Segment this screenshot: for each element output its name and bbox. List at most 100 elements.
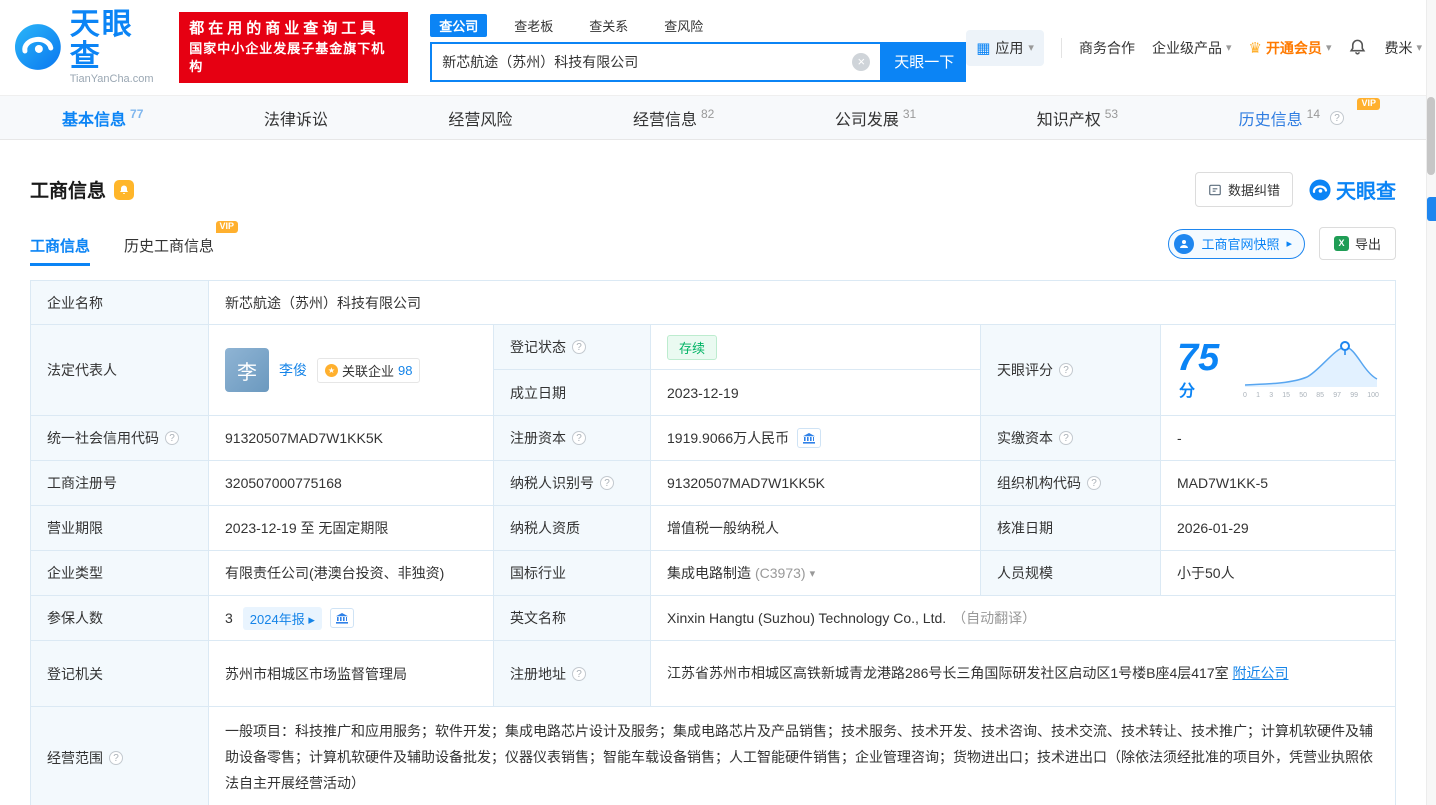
search-button[interactable]: 天眼一下 <box>882 41 967 82</box>
table-row: 营业期限 2023-12-19 至 无固定期限 纳税人资质 增值税一般纳税人 核… <box>31 506 1395 551</box>
score-chart: 0 1 3 15 50 85 97 99 100 <box>1243 341 1379 399</box>
nearby-companies-link[interactable]: 附近公司 <box>1233 665 1289 681</box>
subtab-business-info[interactable]: 工商信息 <box>30 235 91 266</box>
enterprise-label: 企业级产品 <box>1151 39 1222 56</box>
score-cell[interactable]: 75 分 0 1 3 15 50 85 97 99 100 <box>1161 325 1395 416</box>
tianyancha-logo[interactable]: 天眼查 TianYanCha.com <box>14 9 165 86</box>
clear-search-icon[interactable]: × <box>852 52 871 71</box>
english-name-value: Xinxin Hangtu (Suzhou) Technology Co., L… <box>667 610 947 626</box>
bank-icon[interactable] <box>329 608 354 628</box>
vertical-scrollbar[interactable] <box>1426 0 1436 805</box>
insured-value: 3 <box>225 610 233 626</box>
score-label-cell: 天眼评分 ? <box>981 325 1161 416</box>
tab-basic-info[interactable]: 基本信息 77 <box>62 96 143 139</box>
search-tab-risk[interactable]: 查风险 <box>655 14 712 37</box>
company-nav-tabs: 基本信息 77 法律诉讼 经营风险 经营信息 82 公司发展 31 知识产权 5… <box>0 95 1436 140</box>
scope-label-cell: 经营范围 ? <box>31 707 209 805</box>
promo-line1: 都在用的商业查询工具 <box>189 19 380 37</box>
address-value: 江苏省苏州市相城区高铁新城青龙港路286号长三角国际研发社区启动区1号楼B座4层… <box>667 664 1229 681</box>
open-vip-label: 开通会员 <box>1265 39 1322 56</box>
notification-bell-icon[interactable] <box>1348 38 1367 57</box>
scrollbar-thumb[interactable] <box>1427 97 1435 175</box>
annual-report-link[interactable]: 2024年报 ▸ <box>242 606 322 630</box>
avatar[interactable]: 李 <box>225 348 269 392</box>
help-icon[interactable]: ? <box>572 431 586 445</box>
status-label-cell: 登记状态 ? <box>494 325 651 370</box>
menu-enterprise[interactable]: 企业级产品 ▾ <box>1152 38 1232 58</box>
reg-capital-label-cell: 注册资本 ? <box>494 416 651 461</box>
taxpayer-id-label: 纳税人识别号 <box>510 475 594 491</box>
person-icon <box>1174 233 1195 254</box>
taxpayer-quality-value: 增值税一般纳税人 <box>651 506 981 551</box>
status-label: 登记状态 <box>510 339 566 355</box>
tianyancha-logo-icon <box>14 24 61 71</box>
subscribe-bell-icon[interactable] <box>114 179 135 200</box>
tab-operation-info[interactable]: 经营信息 82 <box>633 96 714 139</box>
subtab-row: 工商信息 VIP 历史工商信息 工商官网快照 ▸ X 导出 <box>30 221 1396 266</box>
chevron-down-icon: ▾ <box>1225 42 1232 54</box>
established-label-cell: 成立日期 <box>494 370 651 415</box>
logo-domain: TianYanCha.com <box>69 73 154 86</box>
brand-watermark: 天眼查 <box>1309 175 1396 204</box>
help-icon[interactable]: ? <box>1059 431 1073 445</box>
staff-size-label: 人员规模 <box>981 551 1161 596</box>
term-label: 营业期限 <box>31 506 209 551</box>
insured-label: 参保人数 <box>31 596 209 641</box>
crown-icon: ♛ <box>1248 39 1262 57</box>
business-info-table: 企业名称 新芯航途（苏州）科技有限公司 法定代表人 李 李俊 ★ 关联企业 98 <box>30 280 1396 805</box>
help-icon[interactable]: ? <box>1087 476 1101 490</box>
help-icon[interactable]: ? <box>1330 110 1344 125</box>
tab-label: 经营风险 <box>448 111 513 129</box>
help-icon[interactable]: ? <box>572 666 586 681</box>
help-icon[interactable]: ? <box>600 476 614 490</box>
divider <box>1060 37 1062 58</box>
established-value-cell: 2023-12-19 <box>651 370 981 415</box>
tab-intellectual-property[interactable]: 知识产权 53 <box>1037 96 1118 139</box>
legal-rep-name-link[interactable]: 李俊 <box>279 360 307 380</box>
official-snapshot-button[interactable]: 工商官网快照 ▸ <box>1168 228 1305 259</box>
bank-icon[interactable] <box>797 428 822 448</box>
help-icon[interactable]: ? <box>109 750 123 765</box>
subtab-history-business-info[interactable]: VIP 历史工商信息 <box>124 221 239 266</box>
score-unit: 分 <box>1179 383 1196 400</box>
related-companies-tag[interactable]: ★ 关联企业 98 <box>317 357 421 383</box>
search-tab-company[interactable]: 查公司 <box>430 13 488 37</box>
promo-line2: 国家中小企业发展子基金旗下机构 <box>189 40 386 75</box>
cooperation-label: 商务合作 <box>1078 39 1135 56</box>
data-correction-button[interactable]: 数据纠错 <box>1194 172 1293 207</box>
related-label: 关联企业 <box>342 363 395 379</box>
menu-open-vip[interactable]: ♛ 开通会员 ▾ <box>1248 38 1331 58</box>
menu-cooperation[interactable]: 商务合作 <box>1079 38 1135 58</box>
tab-company-development[interactable]: 公司发展 31 <box>835 96 916 139</box>
header-menu: ▦ 应用 ▾ 商务合作 企业级产品 ▾ ♛ 开通会员 ▾ 费米 ▾ <box>966 29 1422 66</box>
search-tab-boss[interactable]: 查老板 <box>505 14 562 37</box>
app-menu-button[interactable]: ▦ 应用 ▾ <box>966 29 1044 66</box>
address-label-cell: 注册地址 ? <box>494 641 651 707</box>
help-icon[interactable]: ? <box>572 340 586 354</box>
tab-operation-risk[interactable]: 经营风险 <box>448 96 512 139</box>
table-row: 企业名称 新芯航途（苏州）科技有限公司 <box>31 281 1395 325</box>
english-name-label: 英文名称 <box>494 596 651 641</box>
export-button[interactable]: X 导出 <box>1318 227 1396 260</box>
help-icon[interactable]: ? <box>1059 363 1073 377</box>
table-row: 企业类型 有限责任公司(港澳台投资、非独资) 国标行业 集成电路制造 (C397… <box>31 551 1395 596</box>
credit-code-value: 91320507MAD7W1KK5K <box>209 416 494 461</box>
company-name-value: 新芯航途（苏州）科技有限公司 <box>209 281 1395 325</box>
search-input[interactable] <box>432 43 853 80</box>
section-header: 工商信息 数据纠错 天眼查 <box>30 172 1396 207</box>
chevron-down-icon[interactable]: ▾ <box>810 567 816 580</box>
user-menu[interactable]: 费米 ▾ <box>1384 38 1422 58</box>
floating-widget-handle[interactable] <box>1427 197 1436 221</box>
score-label: 天眼评分 <box>997 362 1053 378</box>
table-row: 统一社会信用代码 ? 91320507MAD7W1KK5K 注册资本 ? 191… <box>31 416 1395 461</box>
org-code-value: MAD7W1KK-5 <box>1161 461 1395 506</box>
search-tab-relation[interactable]: 查关系 <box>580 14 637 37</box>
credit-code-label: 统一社会信用代码 <box>47 430 159 446</box>
help-icon[interactable]: ? <box>165 431 179 445</box>
search-tabs: 查公司 查老板 查关系 查风险 <box>430 13 966 37</box>
tab-history-info[interactable]: VIP 历史信息 14 ? <box>1239 96 1380 139</box>
established-label: 成立日期 <box>510 384 566 401</box>
industry-label: 国标行业 <box>494 551 651 596</box>
tab-legal[interactable]: 法律诉讼 <box>264 96 328 139</box>
authority-value: 苏州市相城区市场监督管理局 <box>209 641 494 707</box>
